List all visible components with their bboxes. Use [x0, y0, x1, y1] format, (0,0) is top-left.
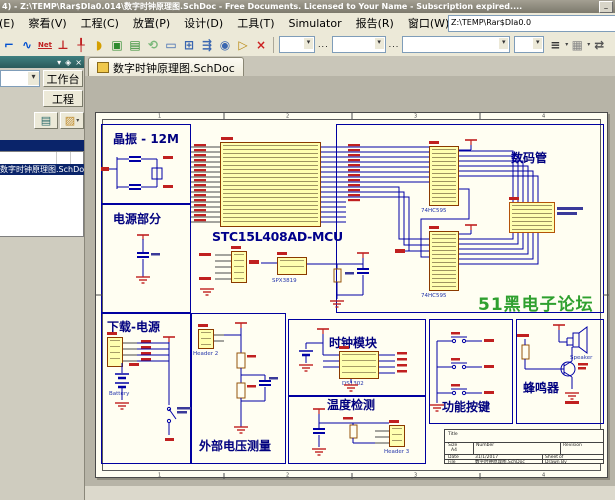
minimize-button[interactable]: _: [599, 1, 613, 13]
menu-tools[interactable]: 工具(T): [230, 15, 281, 31]
menu-simulator[interactable]: Simulator: [282, 17, 349, 30]
projects-panel: ▾ ◈ × 工作台 工程 ▤ ▨▾ 数字时钟原理图.SchDoc: [0, 56, 85, 500]
place-part-icon[interactable]: ▣: [108, 36, 126, 54]
place-vcc-port-icon[interactable]: ╀: [72, 36, 90, 54]
menu-place[interactable]: 放置(P): [126, 15, 177, 31]
project-list-header[interactable]: [0, 140, 84, 151]
sheet-entry-icon[interactable]: ⊞: [180, 36, 198, 54]
browse-button[interactable]: ...: [389, 40, 400, 49]
project-document-list: 数字时钟原理图.SchDoc: [0, 151, 84, 237]
column-divider: [56, 152, 57, 164]
grid-icon[interactable]: ▦: [568, 36, 586, 54]
tab-schematic-document[interactable]: 数字时钟原理图.SchDoc: [88, 57, 244, 77]
menu-design[interactable]: 设计(D): [177, 15, 230, 31]
wires-and-symbols: [96, 113, 609, 479]
menu-edit[interactable]: 编辑(E): [0, 15, 22, 31]
save-project-icon[interactable]: ▤: [34, 112, 58, 129]
directive-icon[interactable]: ◉: [216, 36, 234, 54]
document-tab-bar: 数字时钟原理图.SchDoc: [85, 56, 615, 77]
combo-1[interactable]: [279, 36, 315, 53]
place-gate-icon[interactable]: ◗: [90, 36, 108, 54]
menu-project[interactable]: 工程(C): [74, 15, 126, 31]
swap-icon[interactable]: ⇄: [590, 36, 608, 54]
sheet-graphics-layer: 1 2 3 4 1 2 3 4 晶振 - 12M 电源部分 下载-电源 外部电压…: [85, 76, 615, 500]
place-port-icon[interactable]: ▷: [234, 36, 252, 54]
place-net-label-icon[interactable]: Net: [36, 36, 54, 54]
document-list-item-selected[interactable]: 数字时钟原理图.SchDoc: [0, 164, 84, 175]
window-title: 4) - Z:\TEMP\Rar$DIa0.014\数字时钟原理图.SchDoc…: [2, 2, 523, 11]
panel-menu-icon[interactable]: ▾: [57, 58, 61, 67]
address-text: Z:\TEMP\Rar$DIa0.0: [451, 18, 532, 27]
place-wire-icon[interactable]: ⌐: [0, 36, 18, 54]
menu-view[interactable]: 察看(V): [22, 15, 74, 31]
address-combo[interactable]: Z:\TEMP\Rar$DIa0.0: [448, 15, 615, 32]
panel-close-icon[interactable]: ×: [75, 58, 82, 67]
menu-bar: 编辑(E) 察看(V) 工程(C) 放置(P) 设计(D) 工具(T) Simu…: [0, 13, 615, 34]
browse-button[interactable]: ...: [318, 40, 329, 49]
combo-3[interactable]: [402, 36, 511, 53]
line-weight-icon[interactable]: ≡: [546, 36, 564, 54]
place-gnd-port-icon[interactable]: ⊥: [54, 36, 72, 54]
separator: [273, 36, 274, 53]
panel-caption-bar: ▾ ◈ ×: [0, 56, 85, 68]
place-sheet-part-icon[interactable]: ▤: [126, 36, 144, 54]
menu-reports[interactable]: 报告(R): [349, 15, 401, 31]
combo-4[interactable]: [514, 36, 545, 53]
document-name: 数字时钟原理图.SchDoc: [0, 165, 84, 174]
chevron-down-icon: ▾: [76, 117, 80, 124]
schematic-canvas[interactable]: 1 2 3 4 1 2 3 4 晶振 - 12M 电源部分 下载-电源 外部电压…: [85, 76, 615, 500]
device-sheet-icon[interactable]: ⇶: [198, 36, 216, 54]
tab-label: 数字时钟原理图.SchDoc: [113, 61, 235, 75]
combo-2[interactable]: [331, 36, 386, 53]
workbench-button[interactable]: 工作台: [43, 70, 83, 87]
window-titlebar: 4) - Z:\TEMP\Rar$DIa0.014\数字时钟原理图.SchDoc…: [0, 0, 615, 13]
wiring-toolbar: ⌐ ∿ Net ⊥ ╀ ◗ ▣ ▤ ⟲ ▭ ⊞ ⇶ ◉ ▷ × ... ... …: [0, 33, 615, 57]
open-document-icon[interactable]: ▨ ▾: [60, 112, 84, 129]
reuse-block-icon[interactable]: ⟲: [144, 36, 162, 54]
panel-pin-icon[interactable]: ◈: [65, 58, 71, 67]
schematic-sheet: 1 2 3 4 1 2 3 4 晶振 - 12M 电源部分 下载-电源 外部电压…: [95, 112, 609, 479]
column-divider: [70, 152, 71, 164]
project-combo[interactable]: [0, 70, 40, 87]
application-window: 4) - Z:\TEMP\Rar$DIa0.014\数字时钟原理图.SchDoc…: [0, 0, 615, 500]
sheet-symbol-icon[interactable]: ▭: [162, 36, 180, 54]
project-button[interactable]: 工程: [43, 90, 83, 107]
place-bezier-icon[interactable]: ∿: [18, 36, 36, 54]
folder-icon: ▨: [64, 114, 76, 127]
no-erc-icon[interactable]: ×: [252, 36, 270, 54]
schematic-doc-icon: [97, 62, 109, 73]
